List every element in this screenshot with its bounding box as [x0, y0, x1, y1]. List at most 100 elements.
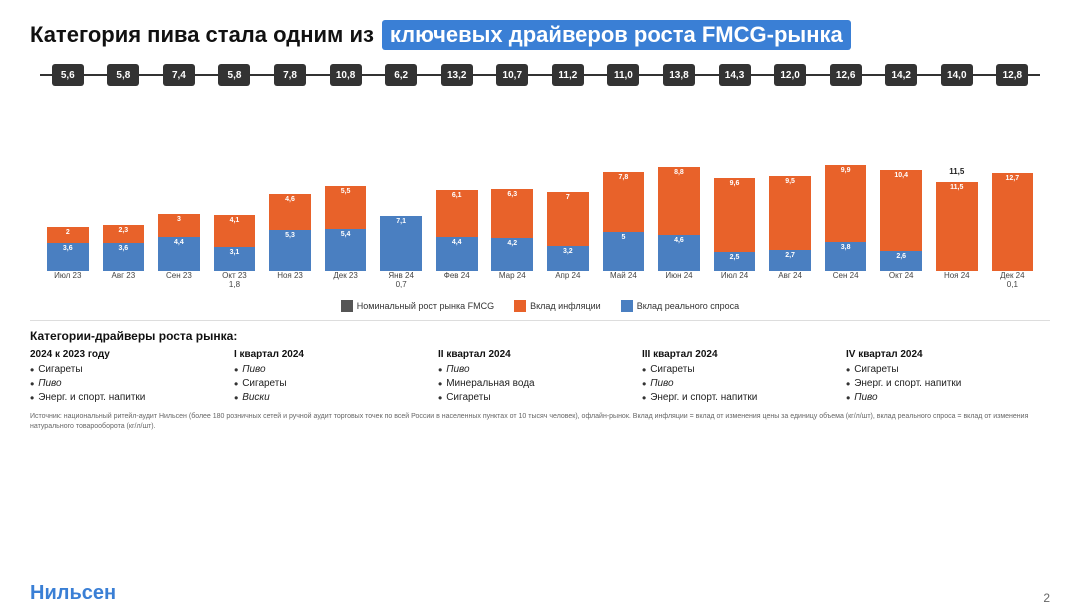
- bar-group: 9,93,8: [818, 96, 874, 271]
- bar-blue-label: 4,6: [658, 237, 700, 244]
- chart-col: 73,2: [540, 96, 596, 271]
- bar-blue-label: 5: [603, 234, 645, 241]
- x-axis-label: Авг 24: [762, 271, 818, 280]
- bar-blue-label: 4,2: [491, 240, 533, 247]
- dot-item: 11,0: [596, 64, 652, 86]
- legend-gray-label: Номинальный рост рынка FMCG: [357, 301, 494, 311]
- bar-orange: 8,8: [658, 167, 700, 235]
- bar-group: 9,6 2,5: [707, 96, 763, 271]
- x-axis-label: Ноя 24: [929, 271, 985, 280]
- dot-value: 12,0: [774, 64, 806, 86]
- bar-blue-label: 3,8: [825, 244, 867, 251]
- driver-col-header: III квартал 2024: [642, 349, 836, 360]
- bar-orange: 2,3: [103, 225, 145, 243]
- stack-wrapper: 34,4: [158, 214, 200, 271]
- bar-blue: 2,6: [880, 251, 922, 271]
- bar-orange-label: 5,5: [325, 188, 367, 195]
- bar-orange-label: 2,3: [103, 227, 145, 234]
- dot-item: 7,8: [262, 64, 318, 86]
- bar-orange-label: 7,8: [603, 174, 645, 181]
- bar-blue-label: 3,1: [214, 249, 256, 256]
- dot-value: 11,0: [607, 64, 639, 86]
- drivers-grid: 2024 к 2023 годуСигаретыПивоЭнерг. и спо…: [30, 349, 1050, 406]
- driver-col: IV квартал 2024СигаретыЭнерг. и спорт. н…: [846, 349, 1050, 406]
- stack-wrapper: 10,4 2,6: [880, 170, 922, 271]
- bar-blue: 5,4: [325, 229, 367, 271]
- stack-wrapper: 2,3 3,6: [103, 225, 145, 271]
- driver-list-item: Сигареты: [642, 364, 836, 376]
- stack-wrapper: 4,65,3: [269, 194, 311, 271]
- chart-col: 7,85: [596, 96, 652, 271]
- x-axis-label: Окт 24: [873, 271, 929, 280]
- dot-timeline-inner: 5,65,87,45,87,810,86,213,210,711,211,013…: [40, 64, 1040, 86]
- bar-orange: 9,9: [825, 165, 867, 242]
- dot-value: 5,6: [52, 64, 84, 86]
- bar-blue-label: 2,6: [880, 253, 922, 260]
- driver-list: Пиво Сигареты Виски: [234, 364, 428, 404]
- x-axis-label: Апр 24: [540, 271, 596, 280]
- legend-orange-label: Вклад инфляции: [530, 301, 601, 311]
- bar-orange: 7: [547, 192, 589, 246]
- bar-group: 4,13,11,8: [207, 96, 263, 271]
- bar-blue: 2,5: [714, 252, 756, 271]
- footnote: Источник: национальный ритейл-аудит Ниль…: [30, 412, 1050, 432]
- x-axis-label: Июл 23: [40, 271, 96, 280]
- driver-list-item: Пиво: [234, 364, 428, 376]
- chart-col: 34,4: [151, 96, 207, 271]
- bar-orange: 10,4: [880, 170, 922, 251]
- bar-group: 2,3 3,6: [96, 96, 152, 271]
- driver-list-item: Сигареты: [846, 364, 1040, 376]
- dot-value: 7,8: [274, 64, 306, 86]
- chart-area: 23,62,33,634,44,13,11,84,65,35,55,47,10,…: [30, 96, 1050, 296]
- stack-wrapper: 4,1 3,1: [214, 215, 256, 271]
- chart-col: 4,13,11,8: [207, 96, 263, 271]
- bar-blue-label: 3,2: [547, 248, 589, 255]
- stack-wrapper: 23,6: [47, 227, 89, 271]
- bar-orange: 6,3: [491, 189, 533, 238]
- bar-blue: 2,7: [769, 250, 811, 271]
- drivers-title: Категории-драйверы роста рынка:: [30, 329, 1050, 343]
- driver-list-item: Виски: [234, 392, 428, 404]
- bar-orange-label: 4,1: [214, 217, 256, 224]
- chart-col: 8,8 4,6: [651, 96, 707, 271]
- driver-list-item: Сигареты: [30, 364, 224, 376]
- bar-orange-label: 8,8: [658, 169, 700, 176]
- dot-item: 5,8: [96, 64, 152, 86]
- bar-group: 34,4: [151, 96, 207, 271]
- dot-value: 7,4: [163, 64, 195, 86]
- brand-name: Нильсен: [30, 582, 116, 605]
- dot-value: 5,8: [218, 64, 250, 86]
- driver-col-header: 2024 к 2023 году: [30, 349, 224, 360]
- bar-blue: 3,8: [825, 242, 867, 271]
- dot-item: 14,2: [873, 64, 929, 86]
- legend-orange-box: [514, 300, 526, 312]
- dot-item: 10,7: [485, 64, 541, 86]
- stack-wrapper: 7,85: [603, 172, 645, 271]
- bar-orange-label: 7: [547, 194, 589, 201]
- bar-orange-label: 9,6: [714, 180, 756, 187]
- chart-col: 4,65,3: [262, 96, 318, 271]
- bar-blue-label: 3,6: [103, 245, 145, 252]
- slide: Категория пива стала одним из ключевых д…: [0, 0, 1080, 615]
- dot-value: 14,2: [885, 64, 917, 86]
- bar-blue-label: 7,1: [380, 218, 422, 225]
- driver-list-item: Пиво: [846, 392, 1040, 404]
- stack-wrapper: 73,2: [547, 192, 589, 271]
- dot-item: 10,8: [318, 64, 374, 86]
- driver-list-item: Сигареты: [234, 378, 428, 390]
- bar-group: 7,85: [596, 96, 652, 271]
- bar-orange-label: 11,5: [936, 184, 978, 191]
- driver-list: ПивоМинеральная водаСигареты: [438, 364, 632, 404]
- stack-wrapper: 9,52,7: [769, 176, 811, 271]
- bar-blue: 5,3: [269, 230, 311, 271]
- stack-wrapper: 9,6 2,5: [714, 178, 756, 271]
- chart-bars: 23,62,33,634,44,13,11,84,65,35,55,47,10,…: [30, 96, 1050, 271]
- driver-col-header: II квартал 2024: [438, 349, 632, 360]
- bar-bottom-label: 1,8: [229, 280, 240, 289]
- dot-item: 13,2: [429, 64, 485, 86]
- title-plain: Категория пива стала одним из: [30, 22, 374, 48]
- bar-orange-label: 3: [158, 216, 200, 223]
- dot-value: 10,8: [330, 64, 362, 86]
- dot-item: 7,4: [151, 64, 207, 86]
- driver-col-header: IV квартал 2024: [846, 349, 1040, 360]
